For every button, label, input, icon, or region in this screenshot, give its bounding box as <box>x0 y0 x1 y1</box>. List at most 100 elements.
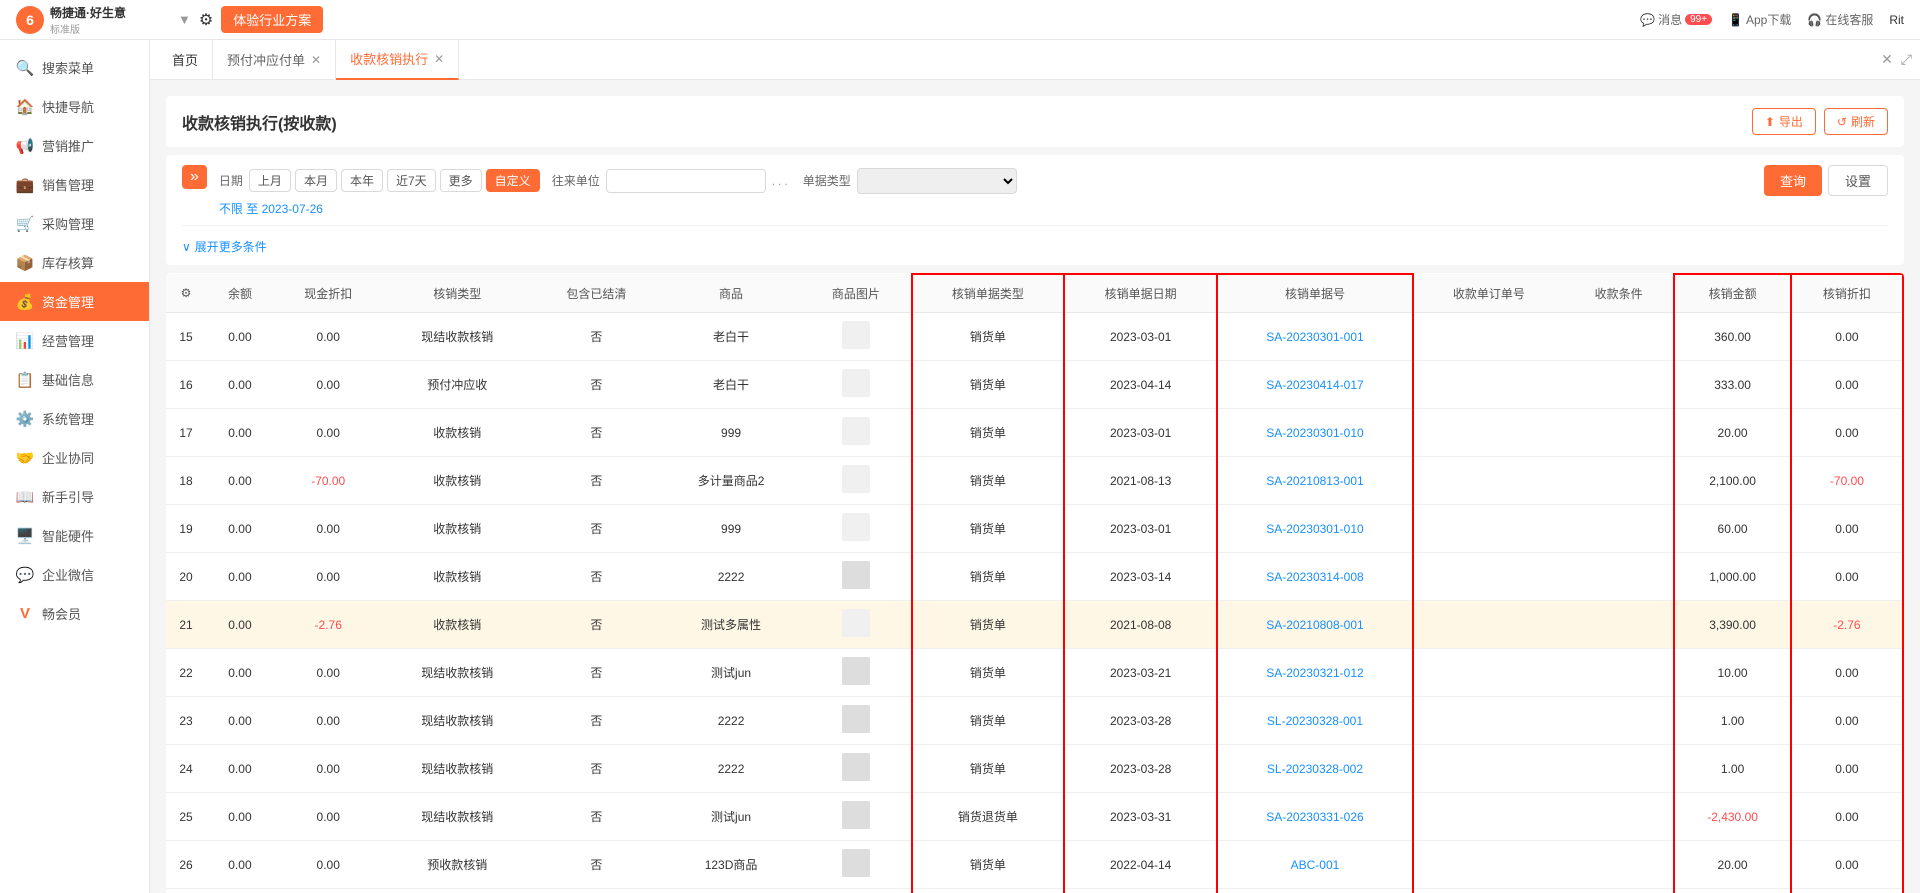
expand-more-btn[interactable]: ∨ 展开更多条件 <box>182 238 1888 255</box>
tab-prepay-close[interactable]: ✕ <box>311 53 321 67</box>
sidebar-item-purchase[interactable]: 🛒 采购管理 <box>0 204 149 243</box>
from-unit-input[interactable] <box>606 169 766 193</box>
main-content: 首页 预付冲应付单 ✕ 收款核销执行 ✕ ✕ ⤢ 收款核销执行(按收款) <box>150 40 1920 893</box>
cell-receipt-condition <box>1564 841 1674 889</box>
cell-cancel-doc-date: 2023-03-21 <box>1064 649 1217 697</box>
cell-cancel-doc-no[interactable]: SL-20230408-001 <box>1217 889 1413 893</box>
cell-cancel-type: 收款核销 <box>383 601 532 649</box>
cell-no: 23 <box>166 697 206 745</box>
cell-cancel-amount: 60.00 <box>1674 505 1791 553</box>
message-link[interactable]: 💬 消息 99+ <box>1640 11 1712 28</box>
col-settings[interactable]: ⚙ <box>166 274 206 313</box>
tab-collection-cancel[interactable]: 收款核销执行 ✕ <box>336 40 459 80</box>
sidebar-item-hardware[interactable]: 🖥️ 智能硬件 <box>0 516 149 555</box>
filter-bar: » 日期 上月 本月 本年 近7天 更多 <box>166 155 1904 265</box>
query-button[interactable]: 查询 <box>1764 165 1822 196</box>
date-btn-more[interactable]: 更多 <box>440 169 482 192</box>
tab-home[interactable]: 首页 <box>158 40 213 80</box>
sidebar-item-guide[interactable]: 📖 新手引导 <box>0 477 149 516</box>
sidebar-item-inventory[interactable]: 📦 库存核算 <box>0 243 149 282</box>
cell-cancel-doc-no[interactable]: SA-20230301-010 <box>1217 505 1413 553</box>
setting-button[interactable]: 设置 <box>1828 165 1888 196</box>
cell-include-cleared: 否 <box>532 409 661 457</box>
cell-cancel-doc-type: 销货单 <box>912 889 1065 893</box>
cell-cancel-doc-no[interactable]: SA-20230414-017 <box>1217 361 1413 409</box>
close-tab-icon[interactable]: ✕ <box>1881 51 1893 68</box>
sidebar-item-basic[interactable]: 📋 基础信息 <box>0 360 149 399</box>
date-btn-last-month[interactable]: 上月 <box>249 169 291 192</box>
tab-home-label: 首页 <box>172 50 198 69</box>
cell-cancel-doc-date: 2023-03-14 <box>1064 553 1217 601</box>
sidebar-item-sales[interactable]: 💼 销售管理 <box>0 165 149 204</box>
expand-tab-icon[interactable]: ⤢ <box>1901 51 1912 68</box>
hardware-icon: 🖥️ <box>16 527 34 545</box>
refresh-button[interactable]: ↺ 刷新 <box>1824 108 1888 135</box>
online-service-link[interactable]: 🎧 在线客服 <box>1807 11 1873 28</box>
filter-expand-left-btn[interactable]: » <box>182 165 207 189</box>
cell-cash-discount: 0.00 <box>274 313 383 361</box>
cell-cancel-doc-no[interactable]: SA-20230301-010 <box>1217 409 1413 457</box>
cell-cancel-doc-date: 2021-08-08 <box>1064 601 1217 649</box>
cell-include-cleared: 否 <box>532 601 661 649</box>
cell-cancel-doc-no[interactable]: SA-20230301-001 <box>1217 313 1413 361</box>
cell-cancel-discount: 0.00 <box>1791 409 1903 457</box>
chevron-down-icon[interactable]: ▼ <box>178 12 191 27</box>
marketing-icon: 📢 <box>16 137 34 155</box>
cell-product-img <box>801 841 911 889</box>
enterprise-icon: 🤝 <box>16 449 34 467</box>
sidebar-label-basic: 基础信息 <box>42 370 94 389</box>
tab-prepay[interactable]: 预付冲应付单 ✕ <box>213 40 336 80</box>
cell-include-cleared: 否 <box>532 457 661 505</box>
page-header: 收款核销执行(按收款) ⬆ 导出 ↺ 刷新 <box>166 96 1904 147</box>
cell-cash-discount: 0.00 <box>274 553 383 601</box>
cell-cash-discount: -2.76 <box>274 601 383 649</box>
date-btn-7days[interactable]: 近7天 <box>387 169 436 192</box>
sidebar-item-quick-nav[interactable]: 🏠 快捷导航 <box>0 87 149 126</box>
table-row: 25 0.00 0.00 现结收款核销 否 测试jun 销货退货单 2023-0… <box>166 793 1903 841</box>
sidebar-item-member[interactable]: V 畅会员 <box>0 594 149 633</box>
industry-btn[interactable]: 体验行业方案 <box>221 6 323 33</box>
sidebar-item-search[interactable]: 🔍 搜索菜单 <box>0 48 149 87</box>
date-btn-this-month[interactable]: 本月 <box>295 169 337 192</box>
date-label: 日期 <box>219 172 243 189</box>
cell-cancel-doc-date: 2023-03-01 <box>1064 505 1217 553</box>
wechat-icon: 💬 <box>16 566 34 584</box>
cell-cancel-doc-no[interactable]: SA-20230331-026 <box>1217 793 1413 841</box>
settings-icon[interactable]: ⚙ <box>199 10 213 30</box>
date-btn-this-year[interactable]: 本年 <box>341 169 383 192</box>
cell-no: 20 <box>166 553 206 601</box>
cell-cancel-doc-no[interactable]: SL-20230328-001 <box>1217 697 1413 745</box>
cell-receipt-condition <box>1564 697 1674 745</box>
cell-cash-discount: 0.00 <box>274 361 383 409</box>
date-btn-custom[interactable]: 自定义 <box>486 169 540 192</box>
cell-cash-discount: 0.00 <box>274 889 383 893</box>
cell-cancel-type: 现结收款核销 <box>383 697 532 745</box>
cell-product-img <box>801 313 911 361</box>
cell-product-img <box>801 601 911 649</box>
app-download-link[interactable]: 📱 App下载 <box>1728 11 1791 28</box>
doc-type-select[interactable] <box>857 168 1017 194</box>
sidebar-item-finance[interactable]: 💰 资金管理 <box>0 282 149 321</box>
export-button[interactable]: ⬆ 导出 <box>1752 108 1816 135</box>
sidebar-label-hardware: 智能硬件 <box>42 526 94 545</box>
sidebar-label-operations: 经营管理 <box>42 331 94 350</box>
tab-collection-cancel-close[interactable]: ✕ <box>434 52 444 66</box>
sidebar-item-system[interactable]: ⚙️ 系统管理 <box>0 399 149 438</box>
cell-cancel-doc-no[interactable]: SL-20230328-002 <box>1217 745 1413 793</box>
col-receipt-condition: 收款条件 <box>1564 274 1674 313</box>
cell-cancel-doc-no[interactable]: SA-20230321-012 <box>1217 649 1413 697</box>
cell-cancel-amount: -2,430.00 <box>1674 793 1791 841</box>
cell-cancel-doc-no[interactable]: SA-20230314-008 <box>1217 553 1413 601</box>
sidebar-item-operations[interactable]: 📊 经营管理 <box>0 321 149 360</box>
sidebar-item-enterprise[interactable]: 🤝 企业协同 <box>0 438 149 477</box>
cell-product-img <box>801 361 911 409</box>
cell-cancel-doc-no[interactable]: SA-20210813-001 <box>1217 457 1413 505</box>
sidebar-item-wechat[interactable]: 💬 企业微信 <box>0 555 149 594</box>
sidebar-item-marketing[interactable]: 📢 营销推广 <box>0 126 149 165</box>
cell-cancel-doc-date: 2023-03-28 <box>1064 745 1217 793</box>
col-balance: 余额 <box>206 274 274 313</box>
page-title: 收款核销执行(按收款) <box>182 110 337 134</box>
cell-cancel-doc-no[interactable]: SA-20210808-001 <box>1217 601 1413 649</box>
cell-cancel-doc-no[interactable]: ABC-001 <box>1217 841 1413 889</box>
cell-receipt-condition <box>1564 745 1674 793</box>
